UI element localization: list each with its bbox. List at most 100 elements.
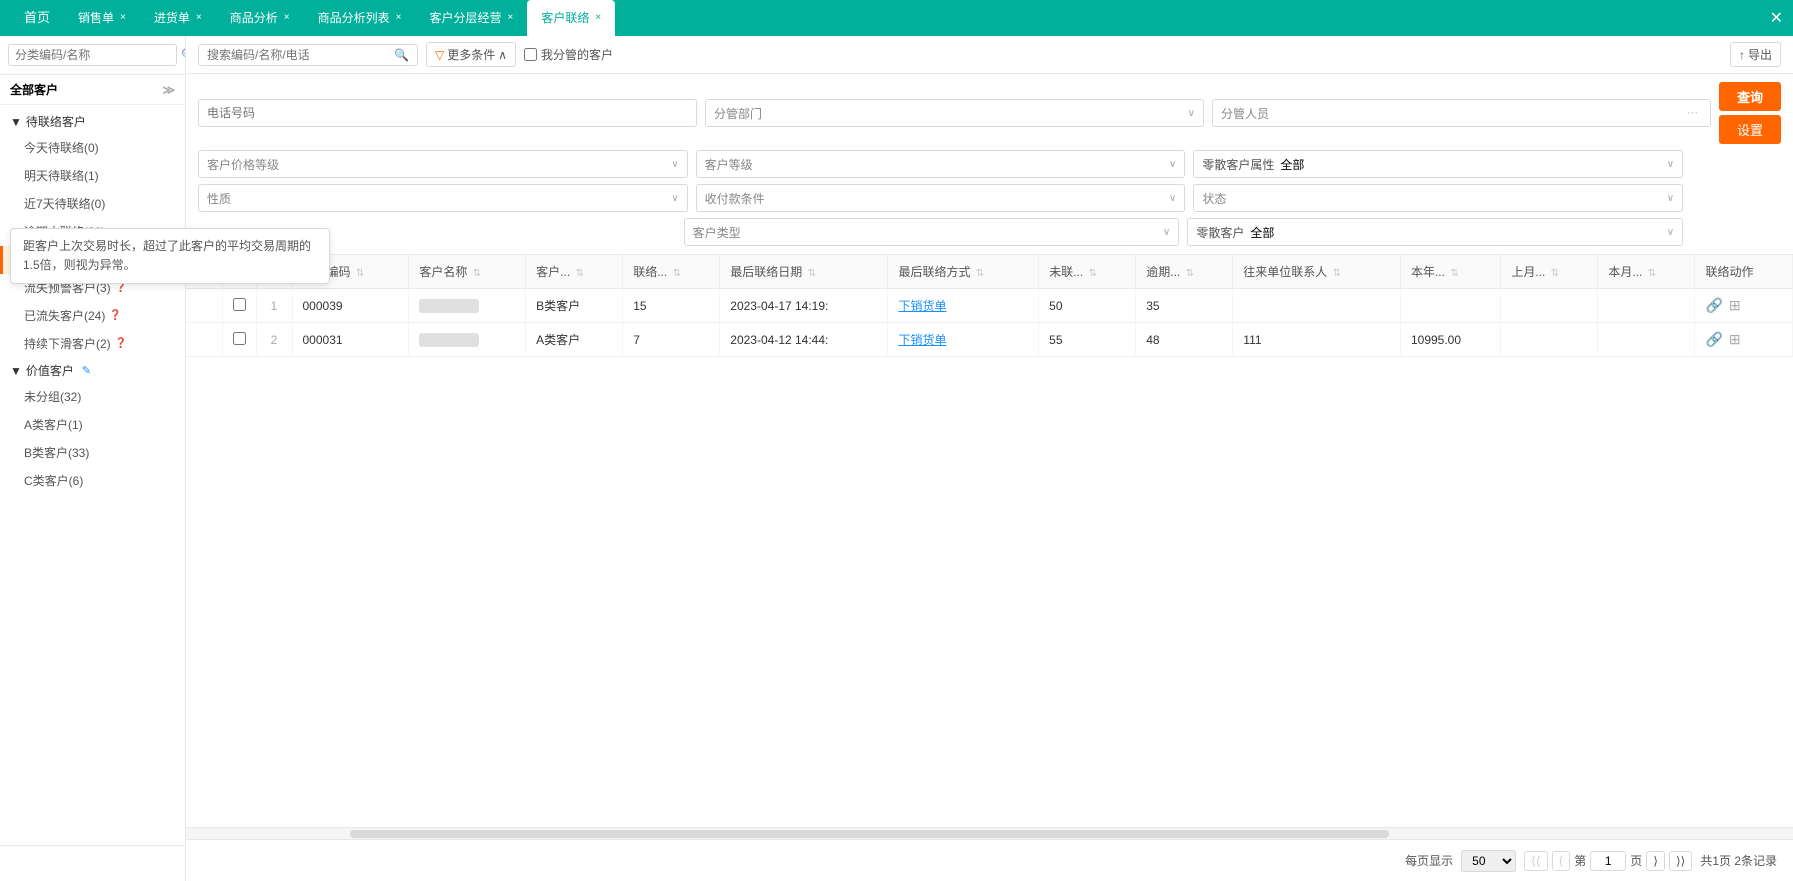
- h-scrollbar-thumb[interactable]: [350, 830, 1389, 838]
- col-this-month[interactable]: 本月... ⇅: [1598, 255, 1695, 289]
- cell-checkbox-1[interactable]: [222, 289, 256, 323]
- col-this-year[interactable]: 本年... ⇅: [1400, 255, 1500, 289]
- export-button[interactable]: ↑ 导出: [1730, 42, 1781, 67]
- nav-product-analysis-list[interactable]: 商品分析列表 ×: [304, 0, 416, 36]
- sidebar-item-lost[interactable]: 已流失客户(24) ❓: [0, 302, 185, 330]
- cell-last-month-2: [1501, 323, 1598, 357]
- cell-method-2[interactable]: 下销货单: [888, 323, 1039, 357]
- close-sales-icon[interactable]: ×: [120, 0, 126, 36]
- toolbar-search-icon[interactable]: 🔍: [394, 48, 409, 62]
- my-customer-checkbox[interactable]: [524, 48, 537, 61]
- action-grid-icon-2[interactable]: ⊞: [1729, 331, 1741, 348]
- filter-retail-attr[interactable]: 零散客户属性 全部 ∨: [1193, 150, 1683, 178]
- retail-label: 零散客户: [1196, 224, 1244, 241]
- nav-sales[interactable]: 销售单 ×: [64, 0, 140, 36]
- col-contact[interactable]: 联络... ⇅: [623, 255, 720, 289]
- prev-page-btn[interactable]: ⟨: [1552, 851, 1571, 871]
- method-link-2[interactable]: 下销货单: [898, 333, 946, 347]
- manager-label: 分管人员: [1221, 105, 1687, 122]
- filter-status[interactable]: 状态 ∨: [1193, 184, 1683, 212]
- col-last-contact-date[interactable]: 最后联络日期 ⇅: [720, 255, 888, 289]
- cell-actions-2: 🔗 ⊞: [1695, 323, 1793, 357]
- filter-payment[interactable]: 收付款条件 ∨: [696, 184, 1186, 212]
- nav-customer-contact[interactable]: 客户联络 ×: [527, 0, 615, 36]
- customer-table: ⚙ # 客户编码 ⇅ 客户名称 ⇅ 客户... ⇅ 联络... ⇅ 最后联络日期…: [186, 255, 1793, 357]
- sidebar-search-input[interactable]: [8, 44, 177, 66]
- filter-row-2: 客户价格等级 ∨ 客户等级 ∨ 零散客户属性 全部 ∨: [198, 150, 1781, 178]
- sidebar-item-classB[interactable]: B类客户(33): [0, 439, 185, 467]
- sidebar: 🔍 全部客户 ≫ ▼ 待联络客户 今天待联络(0) 明天待联络(1) 近7天待联…: [0, 36, 186, 881]
- phone-input[interactable]: [207, 106, 688, 120]
- table-row: 1 000039 B类客户 15 2023-04-17 14:19: 下销货单 …: [186, 289, 1793, 323]
- filter-manager[interactable]: 分管人员 ···: [1212, 99, 1711, 127]
- filter-cust-type[interactable]: 客户类型 ∨: [684, 218, 1180, 246]
- sidebar-item-classC[interactable]: C类客户(6): [0, 467, 185, 495]
- col-type[interactable]: 客户... ⇅: [526, 255, 623, 289]
- col-contacts[interactable]: 往来单位联系人 ⇅: [1233, 255, 1401, 289]
- total-info: 共1页 2条记录: [1700, 852, 1777, 869]
- action-link-icon-1[interactable]: 🔗: [1705, 297, 1722, 314]
- filter-row-4: ··· 客户类型 ∨ 零散客户 全部 ∨: [198, 218, 1781, 246]
- close-product-analysis-list-icon[interactable]: ×: [396, 0, 402, 36]
- per-page-select[interactable]: 50 100 200: [1461, 850, 1516, 872]
- col-name[interactable]: 客户名称 ⇅: [409, 255, 526, 289]
- lost-help-icon[interactable]: ❓: [109, 306, 121, 326]
- sidebar-item-today[interactable]: 今天待联络(0): [0, 134, 185, 162]
- col-overdue[interactable]: 逾期... ⇅: [1136, 255, 1233, 289]
- sidebar-collapse-icon[interactable]: ≫: [162, 83, 175, 97]
- cell-num-2: 2: [256, 323, 292, 357]
- sidebar-item-classA[interactable]: A类客户(1): [0, 411, 185, 439]
- sidebar-item-declining[interactable]: 持续下滑客户(2) ❓: [0, 330, 185, 358]
- manager-dots[interactable]: ···: [1687, 107, 1698, 119]
- nav-home[interactable]: 首页: [10, 0, 64, 36]
- setting-button[interactable]: 设置: [1719, 115, 1781, 144]
- row1-checkbox[interactable]: [233, 298, 246, 311]
- first-page-btn[interactable]: ⟨⟨: [1524, 851, 1547, 871]
- content-area: 🔍 ▽ 更多条件 ∧ 我分管的客户 ↑ 导出: [186, 36, 1793, 881]
- type-sort-icon: ⇅: [576, 268, 584, 279]
- sidebar-group-pending[interactable]: ▼ 待联络客户: [0, 109, 185, 134]
- nav-purchase[interactable]: 进货单 ×: [140, 0, 216, 36]
- close-customer-contact-icon[interactable]: ×: [595, 0, 601, 36]
- query-button[interactable]: 查询: [1719, 82, 1781, 111]
- cell-checkbox-2[interactable]: [222, 323, 256, 357]
- close-customer-segment-icon[interactable]: ×: [507, 0, 513, 36]
- row2-checkbox[interactable]: [233, 332, 246, 345]
- close-product-analysis-icon[interactable]: ×: [284, 0, 290, 36]
- declining-help-icon[interactable]: ❓: [115, 334, 127, 354]
- sidebar-header: 全部客户 ≫: [0, 75, 185, 105]
- sidebar-item-7days[interactable]: 近7天待联络(0): [0, 190, 185, 218]
- last-page-btn[interactable]: ⟩⟩: [1669, 851, 1692, 871]
- sidebar-item-ungrouped[interactable]: 未分组(32): [0, 383, 185, 411]
- my-customer-filter[interactable]: 我分管的客户: [524, 46, 613, 63]
- value-edit-icon[interactable]: ✎: [82, 364, 91, 377]
- action-link-icon-2[interactable]: 🔗: [1705, 331, 1722, 348]
- filter-button[interactable]: ▽ 更多条件 ∧: [426, 42, 516, 67]
- page-number-input[interactable]: [1590, 851, 1626, 871]
- method-link-1[interactable]: 下销货单: [898, 299, 946, 313]
- cell-date-1: 2023-04-17 14:19:: [720, 289, 888, 323]
- cell-unreached-2: 55: [1039, 323, 1136, 357]
- toolbar-search-input[interactable]: [207, 48, 390, 62]
- filter-panel: 分管部门 ∨ 分管人员 ··· 查询 设置 客户价格等级 ∨: [186, 74, 1793, 255]
- cell-method-1[interactable]: 下销货单: [888, 289, 1039, 323]
- filter-price-level[interactable]: 客户价格等级 ∨: [198, 150, 688, 178]
- filter-retail[interactable]: 零散客户 全部 ∨: [1187, 218, 1683, 246]
- close-window-icon[interactable]: ✕: [1770, 8, 1783, 28]
- nav-product-analysis[interactable]: 商品分析 ×: [216, 0, 304, 36]
- sidebar-item-tomorrow[interactable]: 明天待联络(1): [0, 162, 185, 190]
- cell-this-month-1: [1598, 289, 1695, 323]
- horizontal-scroll[interactable]: [186, 827, 1793, 839]
- cell-settings-1: [186, 289, 222, 323]
- close-purchase-icon[interactable]: ×: [196, 0, 202, 36]
- sidebar-group-value[interactable]: ▼ 价值客户 ✎: [0, 358, 185, 383]
- next-page-btn[interactable]: ⟩: [1646, 851, 1665, 871]
- nav-customer-segment[interactable]: 客户分层经营 ×: [415, 0, 527, 36]
- filter-cust-level[interactable]: 客户等级 ∨: [696, 150, 1186, 178]
- filter-gender[interactable]: 性质 ∨: [198, 184, 688, 212]
- filter-dept[interactable]: 分管部门 ∨: [705, 99, 1204, 127]
- col-unreached[interactable]: 未联... ⇅: [1039, 255, 1136, 289]
- col-last-contact-method[interactable]: 最后联络方式 ⇅: [888, 255, 1039, 289]
- action-grid-icon-1[interactable]: ⊞: [1729, 297, 1741, 314]
- col-last-month[interactable]: 上月... ⇅: [1501, 255, 1598, 289]
